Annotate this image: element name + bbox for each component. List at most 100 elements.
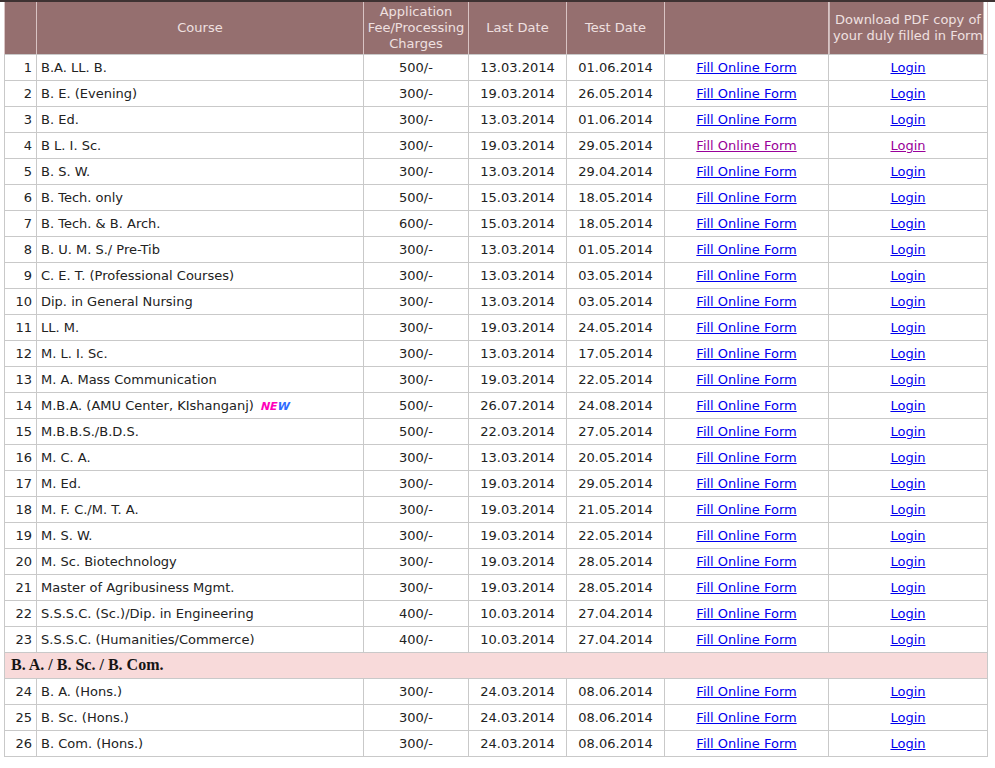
- login-link[interactable]: Login: [890, 242, 925, 257]
- login-link[interactable]: Login: [890, 268, 925, 283]
- fill-online-form-link[interactable]: Fill Online Form: [696, 242, 796, 257]
- header-test-date: Test Date: [567, 2, 665, 54]
- login-cell: Login: [829, 470, 988, 496]
- course-name: B. S. W.: [41, 164, 90, 179]
- last-date: 19.03.2014: [469, 132, 567, 158]
- login-link[interactable]: Login: [890, 398, 925, 413]
- course-name-cell: M. C. A.: [37, 444, 364, 470]
- test-date: 29.05.2014: [567, 470, 665, 496]
- last-date: 13.03.2014: [469, 288, 567, 314]
- fill-online-form-link[interactable]: Fill Online Form: [696, 60, 796, 75]
- fill-online-form-link[interactable]: Fill Online Form: [696, 502, 796, 517]
- fill-online-form-link[interactable]: Fill Online Form: [696, 320, 796, 335]
- fill-online-form-link[interactable]: Fill Online Form: [696, 372, 796, 387]
- row-number: 21: [5, 574, 37, 600]
- login-link[interactable]: Login: [890, 450, 925, 465]
- login-link[interactable]: Login: [890, 502, 925, 517]
- last-date: 19.03.2014: [469, 470, 567, 496]
- fill-form-cell: Fill Online Form: [665, 366, 829, 392]
- fill-online-form-link[interactable]: Fill Online Form: [696, 580, 796, 595]
- login-link[interactable]: Login: [890, 190, 925, 205]
- last-date: 13.03.2014: [469, 262, 567, 288]
- login-link[interactable]: Login: [890, 346, 925, 361]
- login-link[interactable]: Login: [890, 554, 925, 569]
- row-number: 9: [5, 262, 37, 288]
- test-date: 26.05.2014: [567, 80, 665, 106]
- fill-online-form-link[interactable]: Fill Online Form: [696, 112, 796, 127]
- test-date: 03.05.2014: [567, 262, 665, 288]
- course-name-cell: B. E. (Evening): [37, 80, 364, 106]
- test-date: 01.06.2014: [567, 54, 665, 80]
- last-date: 13.03.2014: [469, 106, 567, 132]
- fill-online-form-link[interactable]: Fill Online Form: [696, 632, 796, 647]
- login-link[interactable]: Login: [890, 580, 925, 595]
- login-link[interactable]: Login: [890, 424, 925, 439]
- fill-form-cell: Fill Online Form: [665, 158, 829, 184]
- test-date: 27.05.2014: [567, 418, 665, 444]
- test-date: 24.08.2014: [567, 392, 665, 418]
- fill-online-form-link[interactable]: Fill Online Form: [696, 216, 796, 231]
- last-date: 13.03.2014: [469, 54, 567, 80]
- section-row: B. A. / B. Sc. / B. Com.: [5, 652, 988, 678]
- login-link[interactable]: Login: [890, 216, 925, 231]
- fill-online-form-link[interactable]: Fill Online Form: [696, 294, 796, 309]
- fill-online-form-link[interactable]: Fill Online Form: [696, 606, 796, 621]
- fill-online-form-link[interactable]: Fill Online Form: [696, 476, 796, 491]
- application-fee: 300/-: [364, 288, 469, 314]
- login-link[interactable]: Login: [890, 632, 925, 647]
- fill-online-form-link[interactable]: Fill Online Form: [696, 450, 796, 465]
- fill-form-cell: Fill Online Form: [665, 730, 829, 756]
- course-name-cell: M. A. Mass Communication: [37, 366, 364, 392]
- fill-online-form-link[interactable]: Fill Online Form: [696, 398, 796, 413]
- login-cell: Login: [829, 210, 988, 236]
- row-number: 2: [5, 80, 37, 106]
- login-link[interactable]: Login: [890, 60, 925, 75]
- fill-form-cell: Fill Online Form: [665, 106, 829, 132]
- application-fee: 300/-: [364, 678, 469, 704]
- login-link[interactable]: Login: [890, 710, 925, 725]
- fill-online-form-link[interactable]: Fill Online Form: [696, 424, 796, 439]
- fill-form-cell: Fill Online Form: [665, 574, 829, 600]
- fill-online-form-link[interactable]: Fill Online Form: [696, 164, 796, 179]
- login-link[interactable]: Login: [890, 736, 925, 751]
- fill-online-form-link[interactable]: Fill Online Form: [696, 86, 796, 101]
- login-cell: Login: [829, 80, 988, 106]
- fill-online-form-link[interactable]: Fill Online Form: [696, 346, 796, 361]
- fill-online-form-link[interactable]: Fill Online Form: [696, 554, 796, 569]
- login-link[interactable]: Login: [890, 112, 925, 127]
- last-date: 24.03.2014: [469, 678, 567, 704]
- fill-online-form-link[interactable]: Fill Online Form: [696, 710, 796, 725]
- login-link[interactable]: Login: [890, 528, 925, 543]
- fill-online-form-link[interactable]: Fill Online Form: [696, 268, 796, 283]
- fill-online-form-link[interactable]: Fill Online Form: [696, 138, 796, 153]
- course-name: B. Sc. (Hons.): [41, 710, 129, 725]
- test-date: 27.04.2014: [567, 600, 665, 626]
- fill-online-form-link[interactable]: Fill Online Form: [696, 684, 796, 699]
- login-cell: Login: [829, 288, 988, 314]
- course-name: S.S.S.C. (Sc.)/Dip. in Engineering: [41, 606, 254, 621]
- login-link[interactable]: Login: [890, 164, 925, 179]
- fill-online-form-link[interactable]: Fill Online Form: [696, 190, 796, 205]
- login-link[interactable]: Login: [890, 138, 925, 153]
- login-link[interactable]: Login: [890, 606, 925, 621]
- test-date: 20.05.2014: [567, 444, 665, 470]
- login-link[interactable]: Login: [890, 372, 925, 387]
- fill-online-form-link[interactable]: Fill Online Form: [696, 736, 796, 751]
- login-link[interactable]: Login: [890, 320, 925, 335]
- row-number: 13: [5, 366, 37, 392]
- application-fee: 300/-: [364, 496, 469, 522]
- application-fee: 300/-: [364, 366, 469, 392]
- test-date: 18.05.2014: [567, 210, 665, 236]
- application-fee: 300/-: [364, 340, 469, 366]
- application-fee: 300/-: [364, 574, 469, 600]
- login-link[interactable]: Login: [890, 86, 925, 101]
- course-name: M. A. Mass Communication: [41, 372, 217, 387]
- fill-online-form-link[interactable]: Fill Online Form: [696, 528, 796, 543]
- course-row: 1B.A. LL. B.500/-13.03.201401.06.2014Fil…: [5, 54, 988, 80]
- course-name: M.B.A. (AMU Center, KIshanganj): [41, 398, 254, 413]
- login-link[interactable]: Login: [890, 476, 925, 491]
- login-cell: Login: [829, 574, 988, 600]
- login-link[interactable]: Login: [890, 294, 925, 309]
- header-fill-form: [665, 2, 829, 54]
- login-link[interactable]: Login: [890, 684, 925, 699]
